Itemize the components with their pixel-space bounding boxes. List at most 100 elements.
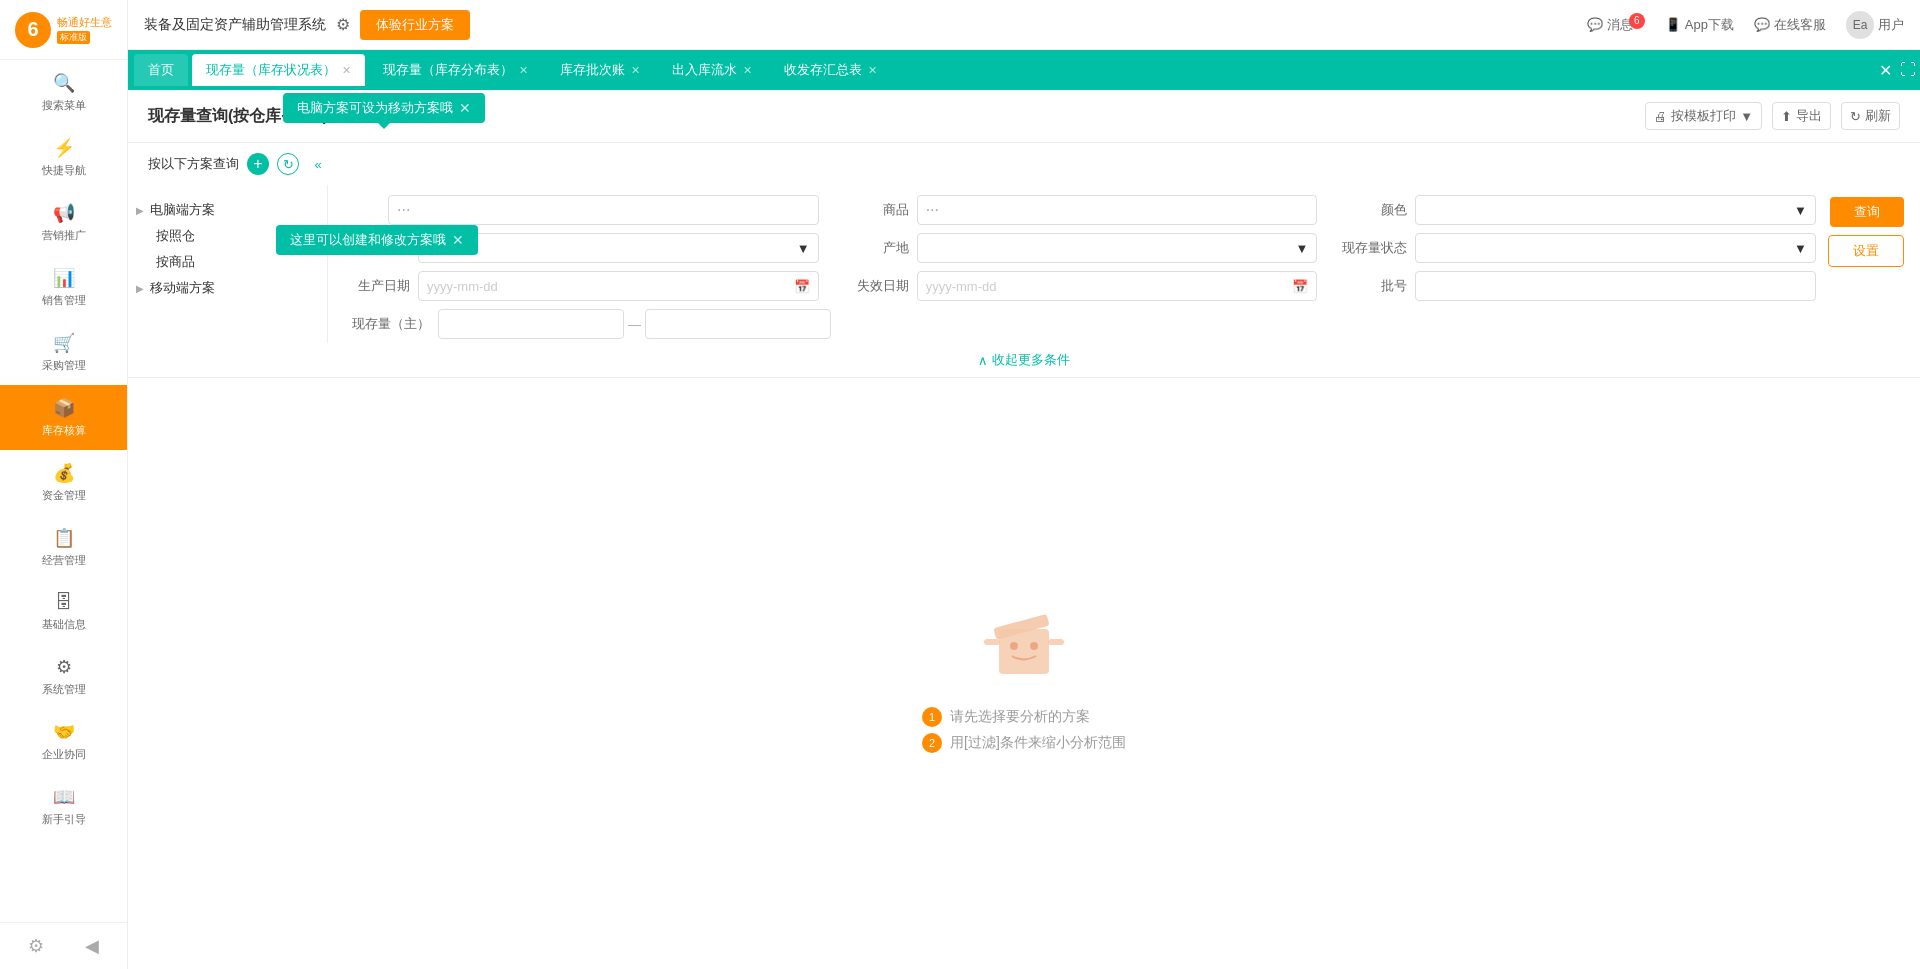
clipboard-icon: 📋 bbox=[53, 527, 75, 549]
sidebar-item-system[interactable]: ⚙ 系统管理 bbox=[0, 644, 127, 709]
search-icon: 🔍 bbox=[53, 72, 75, 94]
stock-status-select[interactable]: ▼ bbox=[1415, 233, 1816, 263]
svg-rect-4 bbox=[984, 639, 1000, 645]
origin-select[interactable]: ▼ bbox=[917, 233, 1318, 263]
close-all-tabs-icon[interactable]: ✕ bbox=[1879, 61, 1892, 80]
system-title: 装备及固定资产辅助管理系统 bbox=[144, 16, 326, 34]
filter-form-panel: ··· 商品 ··· 颜色 bbox=[328, 185, 1828, 343]
reset-button[interactable]: 设置 bbox=[1828, 235, 1904, 267]
stock-qty-range: — bbox=[438, 309, 831, 339]
sidebar-item-base[interactable]: 🗄 基础信息 bbox=[0, 580, 127, 644]
money-icon: 💰 bbox=[53, 462, 75, 484]
sidebar-item-finance[interactable]: 💰 资金管理 bbox=[0, 450, 127, 515]
refresh-scheme-button[interactable]: ↻ bbox=[277, 153, 299, 175]
online-service-button[interactable]: 💬 在线客服 bbox=[1754, 16, 1826, 34]
tab-inventory-dist[interactable]: 现存量（库存分布表） ✕ bbox=[369, 54, 542, 86]
tab-inventory-status[interactable]: 现存量（库存状况表） ✕ bbox=[192, 54, 365, 86]
filter-field-product: 商品 ··· bbox=[839, 195, 1318, 225]
sidebar-item-enterprise[interactable]: 🤝 企业协同 bbox=[0, 709, 127, 774]
expiry-date-input[interactable]: yyyy-mm-dd 📅 bbox=[917, 271, 1318, 301]
export-button[interactable]: ⬆ 导出 bbox=[1772, 102, 1831, 130]
user-menu[interactable]: Ea 用户 bbox=[1846, 11, 1904, 39]
warehouse-select[interactable]: ··· bbox=[388, 195, 819, 225]
back-button[interactable]: « bbox=[307, 153, 329, 175]
sidebar-item-search[interactable]: 🔍 搜索菜单 bbox=[0, 60, 127, 125]
tab-close-collect[interactable]: ✕ bbox=[868, 64, 877, 77]
mobile-scheme-item[interactable]: ▶ 移动端方案 bbox=[128, 275, 327, 301]
topbar-settings-icon[interactable]: ⚙ bbox=[336, 15, 350, 34]
sidebar-item-purchase[interactable]: 🛒 采购管理 bbox=[0, 320, 127, 385]
empty-illustration bbox=[974, 589, 1074, 689]
tab-close-inventory-dist[interactable]: ✕ bbox=[519, 64, 528, 77]
step-num-2: 2 bbox=[922, 733, 942, 753]
filter-field-stock-status: 现存量状态 ▼ bbox=[1337, 233, 1816, 263]
print-button[interactable]: 🖨 按模板打印 ▼ bbox=[1645, 102, 1762, 130]
stock-qty-min[interactable] bbox=[438, 309, 624, 339]
tab-close-inventory-status[interactable]: ✕ bbox=[342, 64, 351, 77]
batch-input[interactable] bbox=[1415, 271, 1816, 301]
tab-close-batch[interactable]: ✕ bbox=[631, 64, 640, 77]
cart-icon: 🛒 bbox=[53, 332, 75, 354]
database-icon: 🗄 bbox=[55, 592, 73, 613]
scheme-panel: 这里可以创建和修改方案哦 ✕ ▶ 电脑端方案 按照仓 bbox=[128, 185, 328, 343]
filter-field-color: 颜色 ▼ bbox=[1337, 195, 1816, 225]
chevron-down-icon-origin: ▼ bbox=[1295, 241, 1308, 256]
tabbar: 首页 现存量（库存状况表） ✕ 现存量（库存分布表） ✕ 库存批次账 ✕ 出入库… bbox=[128, 50, 1920, 90]
sidebar-item-sales[interactable]: 📊 销售管理 bbox=[0, 255, 127, 320]
search-button[interactable]: 查询 bbox=[1830, 197, 1904, 227]
sidebar-item-management[interactable]: 📋 经营管理 bbox=[0, 515, 127, 580]
dropdown-icon: ▼ bbox=[1740, 109, 1753, 124]
tab-close-inout[interactable]: ✕ bbox=[743, 64, 752, 77]
tooltip-scheme-edit: 这里可以创建和修改方案哦 ✕ bbox=[276, 225, 478, 255]
topbar: 装备及固定资产辅助管理系统 ⚙ 体验行业方案 💬 消息 6 📱 App下载 💬 … bbox=[128, 0, 1920, 50]
refresh-button[interactable]: ↻ 刷新 bbox=[1841, 102, 1900, 130]
empty-steps: 1 请先选择要分析的方案 2 用[过滤]条件来缩小分析范围 bbox=[922, 701, 1126, 759]
megaphone-icon: 📢 bbox=[53, 202, 75, 224]
calendar-icon: 📅 bbox=[794, 279, 810, 294]
sidebar-nav: 🔍 搜索菜单 ⚡ 快捷导航 📢 营销推广 📊 销售管理 🛒 采购管理 📦 库存核… bbox=[0, 60, 127, 922]
filter-main-section: 这里可以创建和修改方案哦 ✕ ▶ 电脑端方案 按照仓 bbox=[128, 185, 1920, 343]
sidebar-item-marketing[interactable]: 📢 营销推广 bbox=[0, 190, 127, 255]
handshake-icon: 🤝 bbox=[53, 721, 75, 743]
stock-qty-max[interactable] bbox=[645, 309, 831, 339]
tab-batch[interactable]: 库存批次账 ✕ bbox=[546, 54, 654, 86]
arrow-icon-mobile: ▶ bbox=[136, 283, 144, 294]
gear-icon: ⚙ bbox=[56, 656, 72, 678]
production-date-input[interactable]: yyyy-mm-dd 📅 bbox=[418, 271, 819, 301]
trial-button[interactable]: 体验行业方案 bbox=[360, 10, 470, 40]
tab-inout[interactable]: 出入库流水 ✕ bbox=[658, 54, 766, 86]
svg-point-2 bbox=[1010, 642, 1018, 650]
add-scheme-button[interactable]: + bbox=[247, 153, 269, 175]
size-select[interactable]: ▼ bbox=[418, 233, 819, 263]
expand-icon[interactable]: ⛶ bbox=[1900, 61, 1916, 80]
service-icon: 💬 bbox=[1754, 17, 1770, 32]
logo-icon: 6 bbox=[15, 12, 51, 48]
settings-footer-icon[interactable]: ⚙ bbox=[28, 935, 44, 957]
sidebar-item-inventory[interactable]: 📦 库存核算 bbox=[0, 385, 127, 450]
logo: 6 畅通好生意 标准版 bbox=[0, 0, 127, 60]
collapse-button[interactable]: ∧ 收起更多条件 bbox=[128, 343, 1920, 377]
tooltip1-close[interactable]: ✕ bbox=[459, 100, 471, 116]
filter-field-batch: 批号 bbox=[1337, 271, 1816, 301]
color-select[interactable]: ▼ bbox=[1415, 195, 1816, 225]
product-select[interactable]: ··· bbox=[917, 195, 1318, 225]
app-download-button[interactable]: 📱 App下载 bbox=[1665, 16, 1734, 34]
pc-scheme-item[interactable]: ▶ 电脑端方案 bbox=[128, 197, 327, 223]
svg-rect-5 bbox=[1048, 639, 1064, 645]
tooltip2-close[interactable]: ✕ bbox=[452, 232, 464, 248]
dots-icon: ··· bbox=[397, 201, 410, 219]
filter-header: 按以下方案查询 + ↻ « 电脑方案可设为移动方案哦 ✕ bbox=[128, 143, 1920, 175]
chevron-down-icon-size: ▼ bbox=[797, 241, 810, 256]
box-icon: 📦 bbox=[53, 397, 75, 419]
tab-home[interactable]: 首页 bbox=[134, 54, 188, 86]
filter-field-expiry-date: 失效日期 yyyy-mm-dd 📅 bbox=[839, 271, 1318, 301]
filter-field-origin: 产地 ▼ bbox=[839, 233, 1318, 263]
filter-row-2: 尺码 ▼ 产地 ▼ bbox=[340, 229, 1816, 267]
collapse-sidebar-icon[interactable]: ◀ bbox=[85, 935, 99, 957]
sidebar-item-guide[interactable]: 📖 新手引导 bbox=[0, 774, 127, 839]
sidebar-item-quick[interactable]: ⚡ 快捷导航 bbox=[0, 125, 127, 190]
message-button[interactable]: 💬 消息 6 bbox=[1587, 16, 1645, 34]
range-dash: — bbox=[628, 317, 641, 332]
tab-collect[interactable]: 收发存汇总表 ✕ bbox=[770, 54, 891, 86]
page-actions: 🖨 按模板打印 ▼ ⬆ 导出 ↻ 刷新 bbox=[1645, 102, 1900, 130]
